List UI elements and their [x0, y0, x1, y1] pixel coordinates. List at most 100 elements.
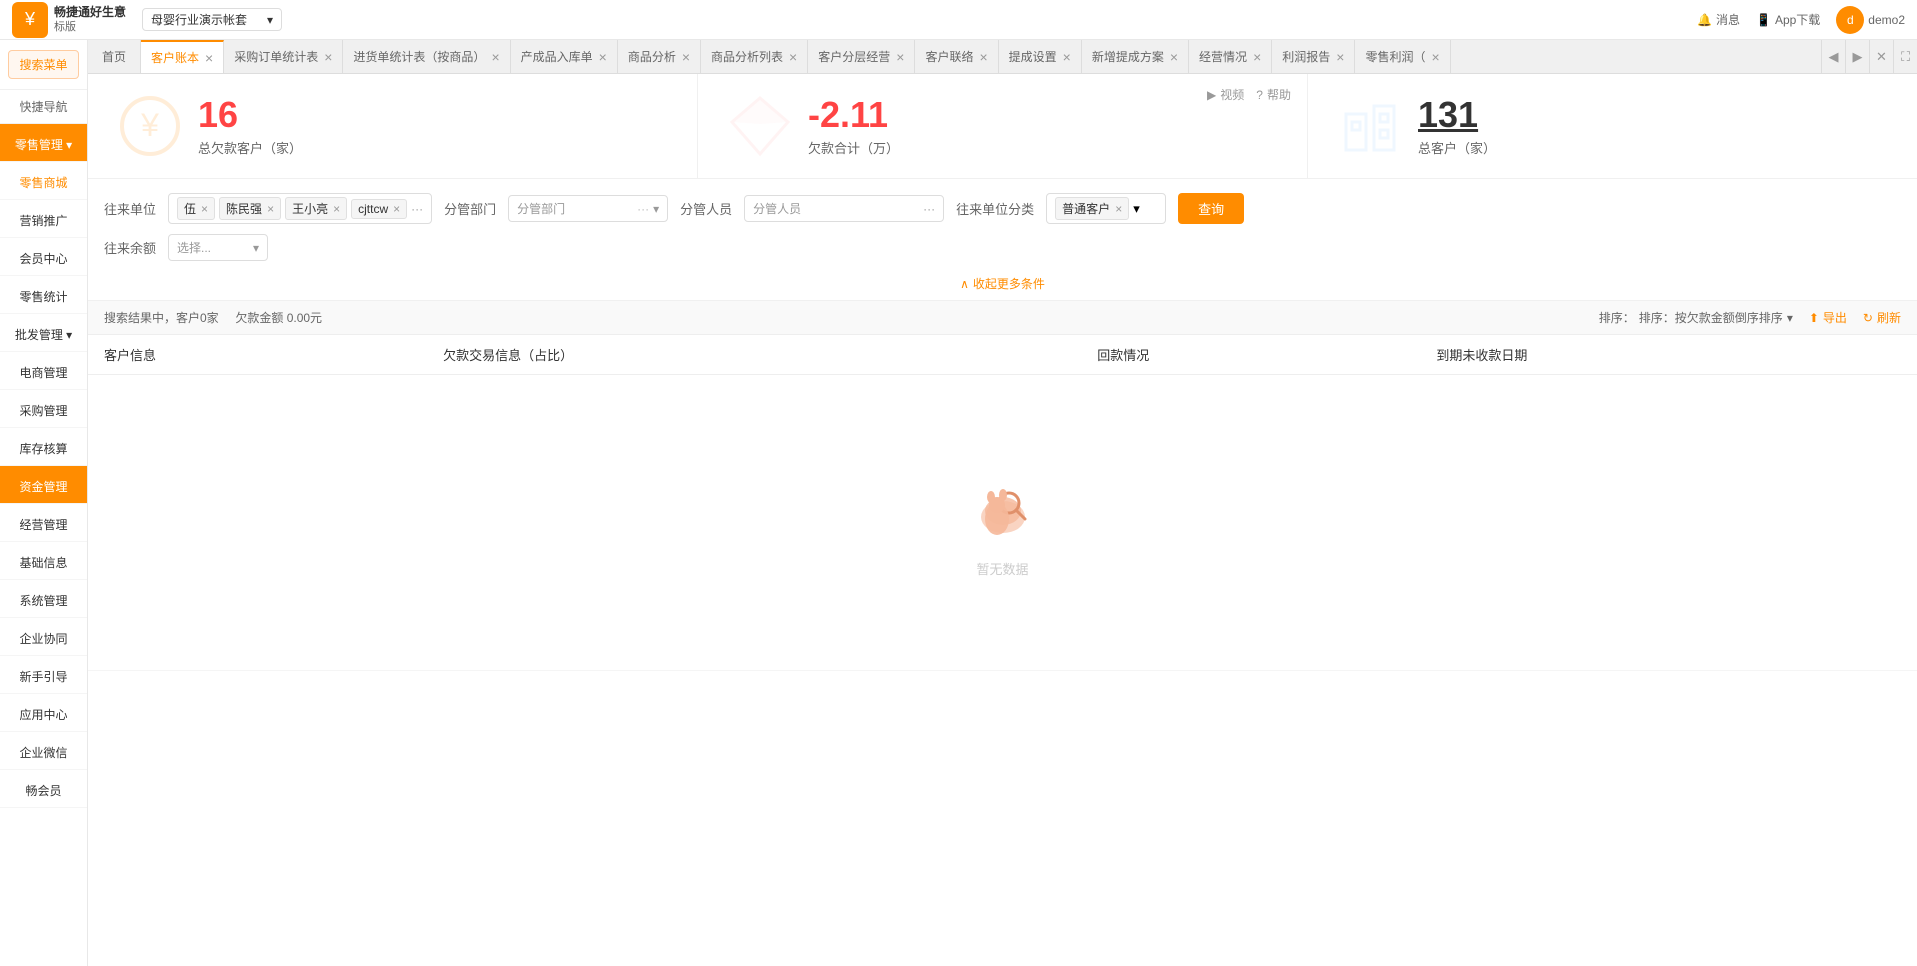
- tab-customer-stratify[interactable]: 客户分层经营 ×: [808, 40, 915, 74]
- stat-icon-diamond: [728, 94, 792, 158]
- stat-card-amount: -2.11 欠款合计（万） ▶ 视频 ? 帮助: [698, 74, 1308, 178]
- tab-customer-contact[interactable]: 客户联络 ×: [915, 40, 998, 74]
- app-download-button[interactable]: 📱 App下载: [1756, 11, 1820, 28]
- stat-label-total: 总客户（家）: [1418, 138, 1887, 157]
- tab-close-icon[interactable]: ×: [1336, 50, 1344, 64]
- sidebar-item-chang-member[interactable]: 畅会员: [0, 770, 87, 808]
- tab-close-icon[interactable]: ×: [1063, 50, 1071, 64]
- tag-close-normal[interactable]: ×: [1115, 202, 1122, 216]
- sidebar-item-purchase[interactable]: 采购管理: [0, 390, 87, 428]
- dept-filter-select[interactable]: 分管部门 ··· ▾: [508, 195, 668, 222]
- tag-close-wu[interactable]: ×: [201, 202, 208, 216]
- unit-filter-tags[interactable]: 伍 × 陈民强 × 王小亮 × cjttcw ×: [168, 193, 432, 224]
- video-link[interactable]: ▶ 视频: [1207, 86, 1244, 103]
- sidebar-item-enterprise-collab[interactable]: 企业协同: [0, 618, 87, 656]
- tab-close-icon[interactable]: ×: [1253, 50, 1261, 64]
- tab-product-inbound[interactable]: 产成品入库单 ×: [511, 40, 618, 74]
- user-avatar[interactable]: d demo2: [1836, 6, 1905, 34]
- quick-nav-button[interactable]: 快捷导航: [0, 90, 87, 124]
- filter-tag-wu[interactable]: 伍 ×: [177, 197, 215, 220]
- tab-product-analysis[interactable]: 商品分析 ×: [618, 40, 701, 74]
- account-dropdown[interactable]: 母婴行业演示帐套 ▾: [142, 8, 282, 31]
- logo: ¥ 畅捷通好生意 标版: [12, 2, 126, 38]
- query-button[interactable]: 查询: [1178, 193, 1244, 224]
- sidebar-item-system-mgmt[interactable]: 系统管理: [0, 580, 87, 618]
- stat-card-total: 131 总客户（家）: [1308, 74, 1917, 178]
- sidebar-item-new-guide[interactable]: 新手引导: [0, 656, 87, 694]
- tab-close-icon[interactable]: ×: [491, 50, 499, 64]
- sidebar-item-enterprise-wx[interactable]: 企业微信: [0, 732, 87, 770]
- sidebar-item-app-center[interactable]: 应用中心: [0, 694, 87, 732]
- tab-close-all[interactable]: ✕: [1869, 40, 1893, 74]
- filter-tag-wang[interactable]: 王小亮 ×: [285, 197, 347, 220]
- tab-close-icon[interactable]: ×: [324, 50, 332, 64]
- tag-close-cj[interactable]: ×: [393, 202, 400, 216]
- main-layout: 搜索菜单 快捷导航 零售管理 ▾ 零售商城 营销推广 会员中心 零售统计 批发管…: [0, 40, 1917, 966]
- tab-close-icon[interactable]: ×: [896, 50, 904, 64]
- sidebar: 搜索菜单 快捷导航 零售管理 ▾ 零售商城 营销推广 会员中心 零售统计 批发管…: [0, 40, 88, 966]
- tab-next-arrow[interactable]: ▶: [1845, 40, 1869, 74]
- search-menu-button[interactable]: 搜索菜单: [8, 50, 79, 79]
- tab-retail-profit[interactable]: 零售利润（ ×: [1355, 40, 1450, 74]
- sort-select[interactable]: 排序： 排序：按欠款金额倒序排序 ▾: [1599, 309, 1793, 326]
- stat-label-amount: 欠款合计（万）: [808, 138, 1277, 157]
- tab-profit-report[interactable]: 利润报告 ×: [1272, 40, 1355, 74]
- balance-filter-label: 往来余额: [104, 238, 156, 257]
- tab-home[interactable]: 首页: [88, 40, 141, 74]
- tab-bar-end: ◀ ▶ ✕ ⛶: [1821, 40, 1917, 74]
- sidebar-item-finance[interactable]: 资金管理: [0, 466, 87, 504]
- tab-new-commission[interactable]: 新增提成方案 ×: [1082, 40, 1189, 74]
- tab-close-icon[interactable]: ×: [599, 50, 607, 64]
- unit-class-filter[interactable]: 普通客户 × ▾: [1046, 193, 1166, 224]
- chevron-down-icon: ▾: [653, 202, 659, 216]
- search-result-info: 搜索结果中，客户0家 欠款金额 0.00元: [104, 309, 322, 326]
- sidebar-item-retail-store[interactable]: 零售商城: [0, 162, 87, 200]
- tag-close-wang[interactable]: ×: [333, 202, 340, 216]
- sidebar-item-wholesale-mgmt[interactable]: 批发管理 ▾: [0, 314, 87, 352]
- sidebar-item-retail-stats[interactable]: 零售统计: [0, 276, 87, 314]
- tab-expand-icon[interactable]: ⛶: [1893, 40, 1917, 74]
- filter-tag-cj[interactable]: cjttcw ×: [351, 199, 407, 219]
- tab-close-icon[interactable]: ×: [205, 51, 213, 65]
- person-more-icon: ···: [923, 202, 935, 216]
- filter-section: 往来单位 伍 × 陈民强 × 王小亮 ×: [88, 179, 1917, 301]
- tab-inbound-stats[interactable]: 进货单统计表（按商品） ×: [343, 40, 510, 74]
- sidebar-item-basic-info[interactable]: 基础信息: [0, 542, 87, 580]
- table-body: 暂无数据: [88, 375, 1917, 671]
- filter-tag-chen[interactable]: 陈民强 ×: [219, 197, 281, 220]
- chevron-down-icon: ▾: [267, 13, 273, 27]
- tab-close-icon[interactable]: ×: [1431, 50, 1439, 64]
- collapse-button[interactable]: ∧ 收起更多条件: [960, 275, 1045, 292]
- sidebar-item-ecommerce[interactable]: 电商管理: [0, 352, 87, 390]
- tab-close-icon[interactable]: ×: [682, 50, 690, 64]
- refresh-button[interactable]: ↻ 刷新: [1863, 309, 1901, 326]
- table-header-row: 客户信息 欠款交易信息（占比） 回款情况 到期未收款日期: [88, 335, 1917, 375]
- tab-purchase-order-stats[interactable]: 采购订单统计表 ×: [224, 40, 343, 74]
- tab-close-icon[interactable]: ×: [1170, 50, 1178, 64]
- sidebar-item-operations[interactable]: 经营管理: [0, 504, 87, 542]
- sidebar-item-marketing[interactable]: 营销推广: [0, 200, 87, 238]
- messages-button[interactable]: 🔔 消息: [1697, 11, 1740, 28]
- tag-close-chen[interactable]: ×: [267, 202, 274, 216]
- person-filter-input[interactable]: 分管人员 ···: [744, 195, 944, 222]
- tab-close-icon[interactable]: ×: [979, 50, 987, 64]
- top-bar: ¥ 畅捷通好生意 标版 母婴行业演示帐套 ▾ 🔔 消息 📱 App下载 d de…: [0, 0, 1917, 40]
- filter-tag-normal-customer[interactable]: 普通客户 ×: [1055, 197, 1129, 220]
- sidebar-item-member-center[interactable]: 会员中心: [0, 238, 87, 276]
- tab-customer-ledger[interactable]: 客户账本 ×: [141, 40, 224, 74]
- sidebar-item-inventory[interactable]: 库存核算: [0, 428, 87, 466]
- stat-info-amount: -2.11 欠款合计（万）: [808, 95, 1277, 158]
- stat-card-customers: ¥ 16 总欠款客户（家）: [88, 74, 698, 178]
- stat-value-customers: 16: [198, 95, 667, 135]
- filter-more-tags[interactable]: ···: [411, 202, 423, 216]
- tab-commission-settings[interactable]: 提成设置 ×: [999, 40, 1082, 74]
- help-link[interactable]: ? 帮助: [1256, 86, 1291, 103]
- sidebar-item-retail-mgmt[interactable]: 零售管理 ▾: [0, 124, 87, 162]
- balance-filter-select[interactable]: 选择... ▾: [168, 234, 268, 261]
- tab-close-icon[interactable]: ×: [789, 50, 797, 64]
- tab-product-analysis-list[interactable]: 商品分析列表 ×: [701, 40, 808, 74]
- export-button[interactable]: ⬆ 导出: [1809, 309, 1847, 326]
- tab-business-status[interactable]: 经营情况 ×: [1189, 40, 1272, 74]
- tab-prev-arrow[interactable]: ◀: [1821, 40, 1845, 74]
- tab-bar: 首页 客户账本 × 采购订单统计表 × 进货单统计表（按商品） × 产成品入库单…: [88, 40, 1917, 74]
